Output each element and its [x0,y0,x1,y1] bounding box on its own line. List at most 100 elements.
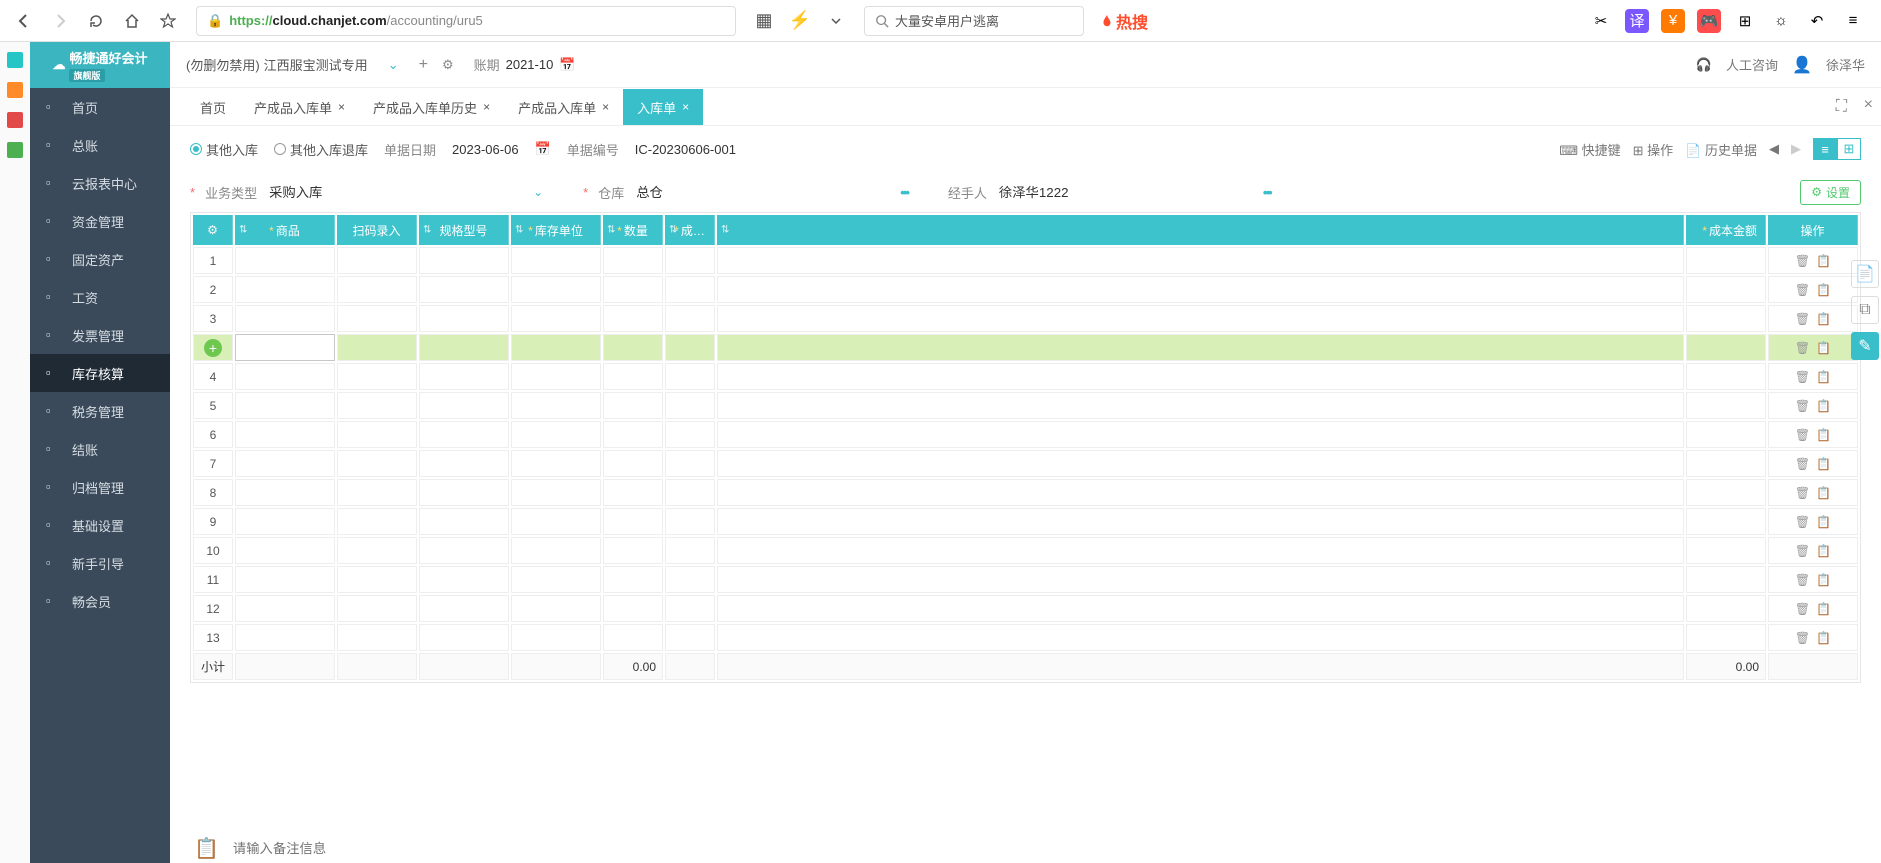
copy-icon[interactable]: 📋 [1816,486,1831,500]
close-icon[interactable]: × [483,100,490,114]
menu-icon[interactable]: ≡ [1841,9,1865,33]
date-value[interactable]: 2023-06-06 [452,142,519,157]
close-icon[interactable]: × [602,100,609,114]
col-spec[interactable]: ⇅规格型号 [419,215,509,245]
col-cost[interactable]: ⇅*成… [665,215,715,245]
table-row[interactable]: 2🗑📋 [193,276,1858,303]
tab-0[interactable]: 首页 [186,89,240,125]
table-row[interactable]: 1🗑📋 [193,247,1858,274]
sidebar-item-10[interactable]: ▫归档管理 [30,468,170,506]
radio-other-return[interactable]: 其他入库退库 [274,140,368,159]
tab-1[interactable]: 产成品入库单× [240,89,359,125]
table-row[interactable]: 13🗑📋 [193,624,1858,651]
home-button[interactable] [116,5,148,37]
table-row[interactable]: 6🗑📋 [193,421,1858,448]
delete-icon[interactable]: 🗑 [1795,254,1810,268]
biztype-input[interactable] [265,179,525,205]
copy-icon[interactable]: 📋 [1816,283,1831,297]
gear-icon[interactable]: ⚙ [442,57,454,73]
org-dropdown[interactable]: ⌄ [388,57,399,73]
table-row[interactable]: + 🗑 📋 [193,334,1858,361]
next-doc[interactable]: ▶ [1791,141,1801,157]
close-all-tabs[interactable]: × [1864,96,1873,114]
tab-3[interactable]: 产成品入库单× [504,89,623,125]
calendar-icon[interactable]: 📅 [559,57,575,73]
sidebar-item-11[interactable]: ▫基础设置 [30,506,170,544]
calendar-icon[interactable]: 📅 [535,141,551,157]
close-icon[interactable]: × [338,100,345,114]
delete-icon[interactable]: 🗑 [1795,399,1810,413]
rail-icon-1[interactable] [7,52,23,68]
delete-icon[interactable]: 🗑 [1795,428,1810,442]
game-icon[interactable]: 🎮 [1697,9,1721,33]
copy-icon[interactable]: 📋 [1816,428,1831,442]
delete-icon[interactable]: 🗑 [1795,457,1810,471]
delete-icon[interactable]: 🗑 [1795,631,1810,645]
col-unit[interactable]: ⇅*库存单位 [511,215,601,245]
copy-icon[interactable]: 📋 [1816,254,1831,268]
sidebar-item-8[interactable]: ▫税务管理 [30,392,170,430]
app-logo[interactable]: ☁ 畅捷通好会计 旗舰版 [30,42,170,88]
col-scan[interactable]: 扫码录入 [337,215,417,245]
table-row[interactable]: 12🗑📋 [193,595,1858,622]
history-link[interactable]: 📄 历史单据 [1685,140,1757,159]
table-row[interactable]: 4🗑📋 [193,363,1858,390]
copy-icon[interactable]: 📋 [1816,341,1831,355]
sidebar-item-13[interactable]: ▫畅会员 [30,582,170,620]
table-row[interactable]: 9🗑📋 [193,508,1858,535]
fullscreen-icon[interactable]: ⛶ [1836,98,1847,116]
sidebar-item-6[interactable]: ▫发票管理 [30,316,170,354]
delete-icon[interactable]: 🗑 [1795,370,1810,384]
more-icon[interactable]: ••• [1263,185,1271,200]
copy-icon[interactable]: 📋 [1816,515,1831,529]
col-qty[interactable]: ⇅*数量 [603,215,663,245]
rail-edit-icon[interactable]: ✎ [1851,332,1879,360]
delete-icon[interactable]: 🗑 [1795,341,1810,355]
delete-icon[interactable]: 🗑 [1795,312,1810,326]
period-value[interactable]: 2021-10 [506,57,554,72]
sidebar-item-4[interactable]: ▫固定资产 [30,240,170,278]
url-dropdown[interactable] [820,5,852,37]
undo-icon[interactable]: ↶ [1805,9,1829,33]
table-row[interactable]: 3🗑📋 [193,305,1858,332]
add-button[interactable]: + [419,56,428,74]
flash-icon[interactable]: ⚡ [784,5,816,37]
prev-doc[interactable]: ◀ [1769,141,1779,157]
shortcut-link[interactable]: ⌨ 快捷键 [1559,140,1620,159]
copy-icon[interactable]: 📋 [1816,370,1831,384]
settings-button[interactable]: ⚙ 设置 [1800,180,1861,205]
close-icon[interactable]: × [682,100,689,114]
tab-2[interactable]: 产成品入库单历史× [359,89,504,125]
copy-icon[interactable]: 📋 [1816,573,1831,587]
rail-icon-2[interactable] [7,82,23,98]
delete-icon[interactable]: 🗑 [1795,544,1810,558]
delete-icon[interactable]: 🗑 [1795,515,1810,529]
nav-forward-button[interactable] [44,5,76,37]
warehouse-input[interactable] [632,179,892,205]
sidebar-item-0[interactable]: ▫首页 [30,88,170,126]
col-gear[interactable]: ⚙ [193,215,233,245]
rail-layer-icon[interactable]: ⧉ [1851,296,1879,324]
view-grid-icon[interactable]: ⊞ [1837,138,1861,160]
rail-icon-4[interactable] [7,142,23,158]
table-row[interactable]: 7🗑📋 [193,450,1858,477]
tab-4[interactable]: 入库单× [623,89,703,125]
rail-icon-3[interactable] [7,112,23,128]
table-row[interactable]: 10🗑📋 [193,537,1858,564]
delete-icon[interactable]: 🗑 [1795,283,1810,297]
col-amount[interactable]: *成本金额 [1686,215,1766,245]
sidebar-item-2[interactable]: ▫云报表中心 [30,164,170,202]
add-row-icon[interactable]: + [204,339,222,357]
copy-icon[interactable]: 📋 [1816,399,1831,413]
url-bar[interactable]: 🔒 https:// cloud.chanjet.com /accounting… [196,6,736,36]
more-icon[interactable]: ••• [900,185,908,200]
sidebar-item-1[interactable]: ▫总账 [30,126,170,164]
copy-icon[interactable]: 📋 [1816,544,1831,558]
translate-icon[interactable]: 译 [1625,9,1649,33]
delete-icon[interactable]: 🗑 [1795,602,1810,616]
copy-icon[interactable]: 📋 [1816,457,1831,471]
delete-icon[interactable]: 🗑 [1795,486,1810,500]
copy-icon[interactable]: 📋 [1816,312,1831,326]
col-product[interactable]: ⇅*商品 [235,215,335,245]
delete-icon[interactable]: 🗑 [1795,573,1810,587]
